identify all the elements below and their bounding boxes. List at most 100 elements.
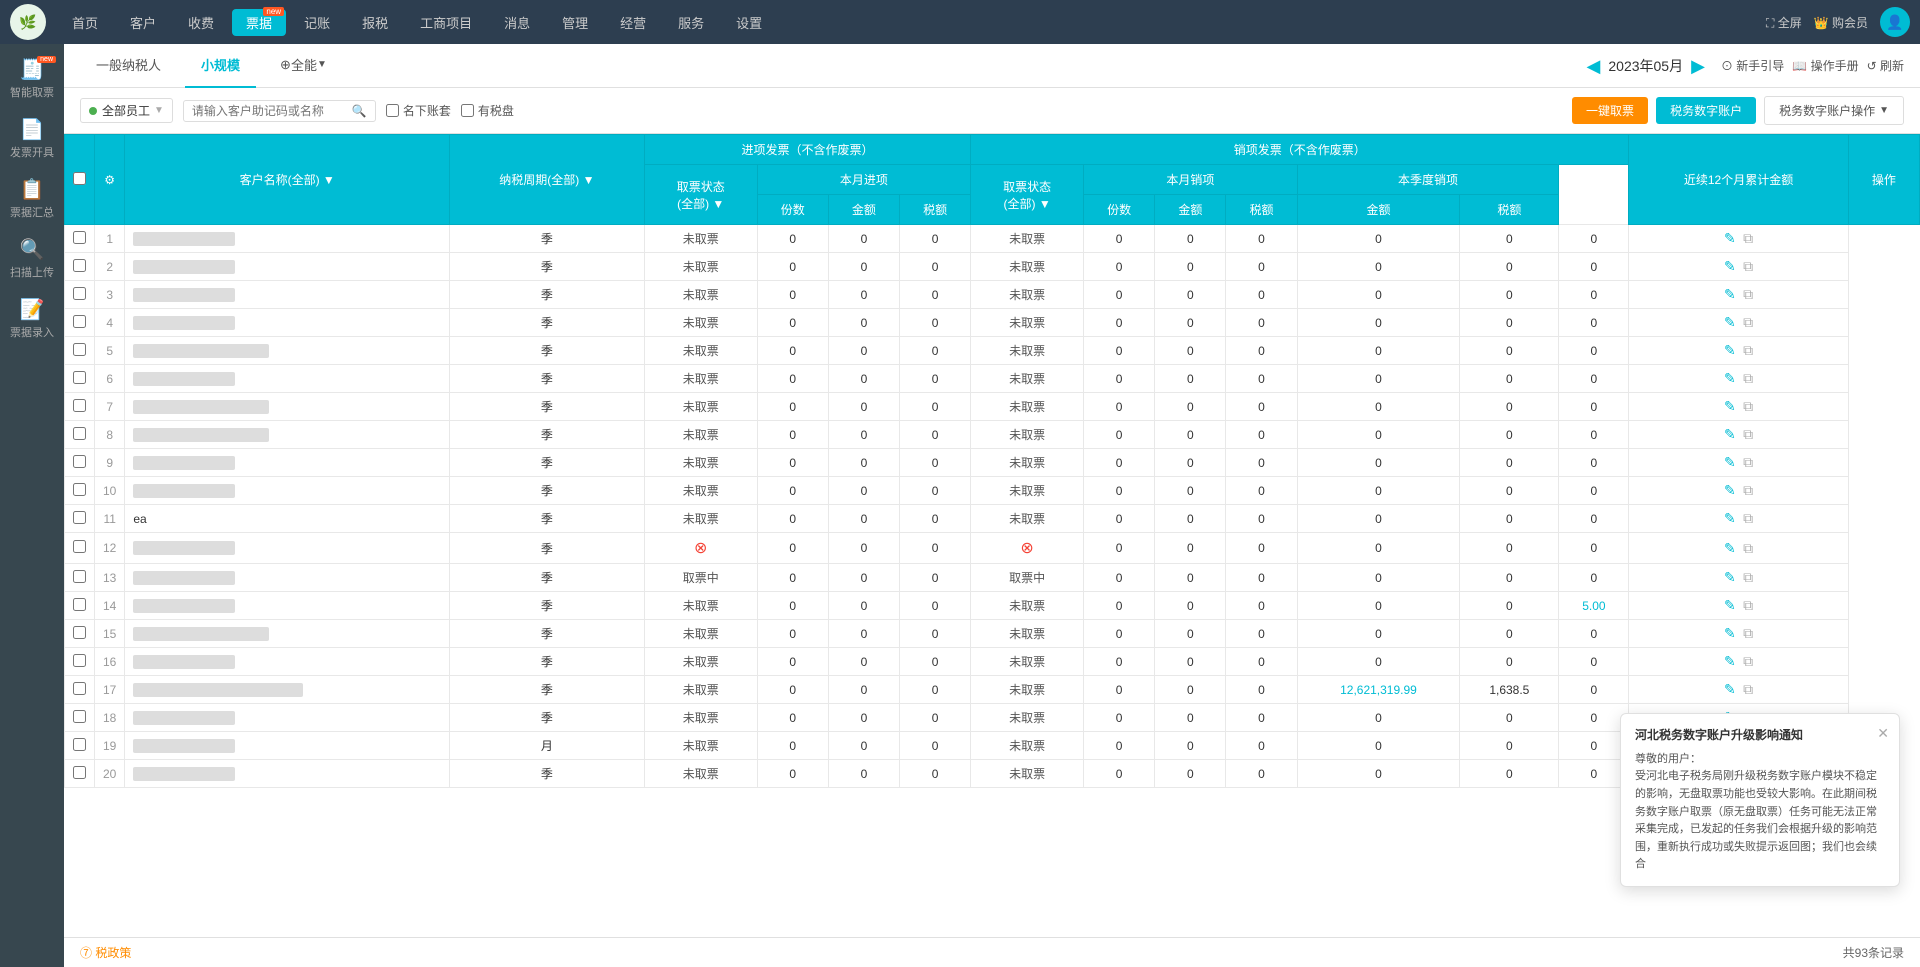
copy-btn[interactable]: ⧉: [1743, 286, 1753, 302]
copy-btn[interactable]: ⧉: [1743, 569, 1753, 585]
sidebar-item-record[interactable]: 📝 票据录入: [4, 292, 60, 348]
client-name-cell[interactable]: ████████████████: [125, 421, 450, 449]
tax-policy-link[interactable]: ⑦ 税政策: [80, 944, 131, 961]
client-name-cell[interactable]: ████████████: [125, 309, 450, 337]
manual-btn[interactable]: 📖 操作手册: [1792, 57, 1858, 74]
sidebar-item-summary[interactable]: 📋 票据汇总: [4, 172, 60, 228]
row-checkbox-cell[interactable]: [65, 620, 95, 648]
client-name-cell[interactable]: ████████████: [125, 592, 450, 620]
row-checkbox[interactable]: [73, 399, 86, 412]
row-checkbox[interactable]: [73, 766, 86, 779]
sidebar-item-scan[interactable]: 🔍 扫描上传: [4, 232, 60, 288]
row-checkbox-cell[interactable]: [65, 225, 95, 253]
edit-btn[interactable]: ✎: [1724, 398, 1736, 414]
row-checkbox-cell[interactable]: [65, 704, 95, 732]
fullscreen-btn[interactable]: ⛶ 全屏: [1766, 14, 1802, 31]
nav-client[interactable]: 客户: [116, 9, 170, 36]
one-key-fetch-btn[interactable]: 一键取票: [1572, 97, 1648, 124]
th-tax-cycle[interactable]: 纳税周期(全部) ▼: [450, 135, 645, 225]
edit-btn[interactable]: ✎: [1724, 510, 1736, 526]
sidebar-item-open-invoice[interactable]: 📄 发票开具: [4, 112, 60, 168]
row-checkbox-cell[interactable]: [65, 309, 95, 337]
edit-btn[interactable]: ✎: [1724, 681, 1736, 697]
tab-general-taxpayer[interactable]: 一般纳税人: [80, 44, 177, 88]
edit-btn[interactable]: ✎: [1724, 286, 1736, 302]
row-checkbox[interactable]: [73, 427, 86, 440]
tab-small-scale[interactable]: 小规模: [185, 44, 256, 88]
user-avatar[interactable]: 👤: [1880, 7, 1910, 37]
client-name-cell[interactable]: ████████████: [125, 365, 450, 393]
prev-month-btn[interactable]: ◀: [1587, 57, 1601, 75]
sidebar-item-smart-fetch[interactable]: 🧾 智能取票 new: [4, 52, 60, 108]
client-name-cell[interactable]: ████████████: [125, 648, 450, 676]
row-checkbox-cell[interactable]: [65, 449, 95, 477]
client-name-cell[interactable]: ████████████: [125, 281, 450, 309]
nav-accounting[interactable]: 记账: [290, 9, 344, 36]
next-month-btn[interactable]: ▶: [1691, 57, 1705, 75]
row-checkbox-cell[interactable]: [65, 676, 95, 704]
nav-fee[interactable]: 收费: [174, 9, 228, 36]
row-checkbox[interactable]: [73, 287, 86, 300]
edit-btn[interactable]: ✎: [1724, 482, 1736, 498]
edit-btn[interactable]: ✎: [1724, 597, 1736, 613]
refresh-btn[interactable]: ↺ 刷新: [1867, 57, 1904, 74]
edit-btn[interactable]: ✎: [1724, 230, 1736, 246]
client-name-cell[interactable]: ████████████████: [125, 620, 450, 648]
row-checkbox[interactable]: [73, 371, 86, 384]
copy-btn[interactable]: ⧉: [1743, 625, 1753, 641]
client-name-cell[interactable]: ████████████: [125, 477, 450, 505]
nav-settings[interactable]: 设置: [722, 9, 776, 36]
copy-btn[interactable]: ⧉: [1743, 258, 1753, 274]
client-name-cell[interactable]: ████████████: [125, 225, 450, 253]
row-checkbox[interactable]: [73, 343, 86, 356]
edit-btn[interactable]: ✎: [1724, 342, 1736, 358]
row-checkbox[interactable]: [73, 738, 86, 751]
client-name-cell[interactable]: ea: [125, 505, 450, 533]
row-checkbox-cell[interactable]: [65, 760, 95, 788]
row-checkbox[interactable]: [73, 540, 86, 553]
th-client-name[interactable]: 客户名称(全部) ▼: [125, 135, 450, 225]
edit-btn[interactable]: ✎: [1724, 370, 1736, 386]
row-checkbox[interactable]: [73, 626, 86, 639]
row-checkbox-cell[interactable]: [65, 253, 95, 281]
search-input[interactable]: [192, 104, 352, 118]
row-checkbox-cell[interactable]: [65, 421, 95, 449]
copy-btn[interactable]: ⧉: [1743, 540, 1753, 556]
client-name-cell[interactable]: ████████████: [125, 253, 450, 281]
client-name-cell[interactable]: ████████████████: [125, 393, 450, 421]
row-checkbox-cell[interactable]: [65, 592, 95, 620]
copy-btn[interactable]: ⧉: [1743, 398, 1753, 414]
row-checkbox[interactable]: [73, 654, 86, 667]
edit-btn[interactable]: ✎: [1724, 454, 1736, 470]
member-btn[interactable]: 👑 购会员: [1814, 14, 1868, 31]
th-in-status[interactable]: 取票状态(全部) ▼: [644, 165, 757, 225]
tax-operation-btn[interactable]: 税务数字账户操作 ▼: [1764, 96, 1904, 125]
nav-tax[interactable]: 报税: [348, 9, 402, 36]
row-checkbox-cell[interactable]: [65, 533, 95, 564]
th-out-status[interactable]: 取票状态(全部) ▼: [971, 165, 1084, 225]
copy-btn[interactable]: ⧉: [1743, 681, 1753, 697]
copy-btn[interactable]: ⧉: [1743, 454, 1753, 470]
copy-btn[interactable]: ⧉: [1743, 482, 1753, 498]
select-all-checkbox[interactable]: [73, 172, 86, 185]
sub-account-check[interactable]: [386, 104, 399, 117]
row-checkbox[interactable]: [73, 315, 86, 328]
edit-btn[interactable]: ✎: [1724, 540, 1736, 556]
edit-btn[interactable]: ✎: [1724, 258, 1736, 274]
copy-btn[interactable]: ⧉: [1743, 653, 1753, 669]
client-name-cell[interactable]: ████████████: [125, 732, 450, 760]
row-checkbox-cell[interactable]: [65, 337, 95, 365]
edit-btn[interactable]: ✎: [1724, 314, 1736, 330]
client-name-cell[interactable]: ████████████████████: [125, 676, 450, 704]
row-checkbox[interactable]: [73, 259, 86, 272]
guide-btn[interactable]: ⊙ 新手引导: [1721, 57, 1784, 74]
nav-service[interactable]: 服务: [664, 9, 718, 36]
client-name-cell[interactable]: ████████████████: [125, 337, 450, 365]
copy-btn[interactable]: ⧉: [1743, 510, 1753, 526]
copy-btn[interactable]: ⧉: [1743, 370, 1753, 386]
nav-home[interactable]: 首页: [58, 9, 112, 36]
notification-close-btn[interactable]: ✕: [1877, 722, 1889, 744]
row-checkbox[interactable]: [73, 682, 86, 695]
copy-btn[interactable]: ⧉: [1743, 597, 1753, 613]
row-checkbox-cell[interactable]: [65, 477, 95, 505]
